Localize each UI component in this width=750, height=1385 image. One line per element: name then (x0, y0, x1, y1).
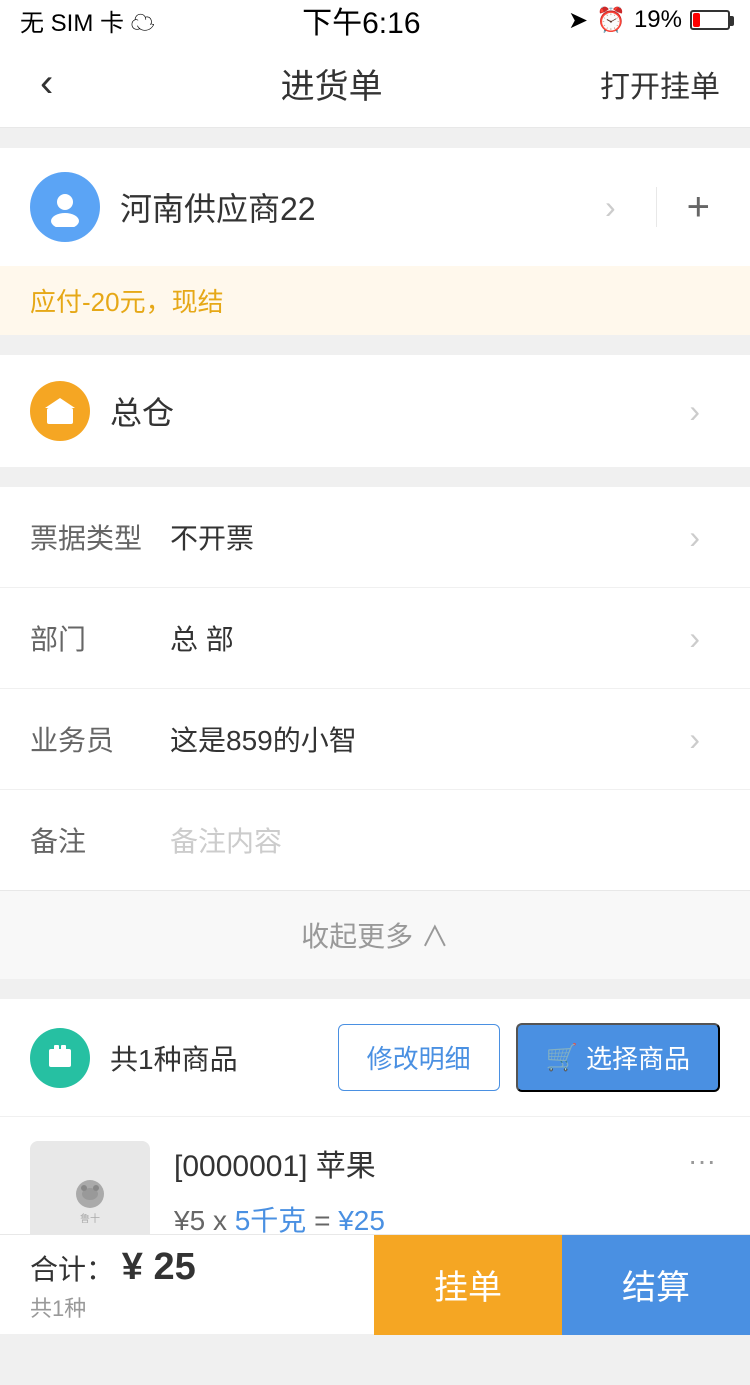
invoice-type-row[interactable]: 票据类型 不开票 › (0, 487, 750, 587)
remark-row[interactable]: 备注 备注内容 (0, 789, 750, 890)
total-count: 共1种 (30, 1291, 344, 1323)
quantity: 5千克 (235, 1205, 307, 1236)
multiply-sign: x (213, 1205, 235, 1236)
supplier-chevron-icon: › (605, 189, 616, 226)
section-gap-3 (0, 467, 750, 487)
salesman-value: 这是859的小智 (170, 719, 689, 759)
location-icon: ➤ (568, 6, 588, 35)
nav-bar: ‹ 进货单 打开挂单 (0, 40, 750, 128)
product-info: [0000001] 苹果 ¥5 x 5千克 = ¥25 (174, 1141, 660, 1239)
add-supplier-button[interactable]: + (677, 185, 720, 230)
salesman-row[interactable]: 业务员 这是859的小智 › (0, 688, 750, 789)
department-label: 部门 (30, 618, 170, 658)
department-row[interactable]: 部门 总 部 › (0, 587, 750, 688)
supplier-row[interactable]: 河南供应商22 › + (0, 148, 750, 266)
supplier-avatar (30, 172, 100, 242)
invoice-type-label: 票据类型 (30, 517, 170, 557)
section-gap-2 (0, 335, 750, 355)
more-options-button[interactable]: ··· (684, 1141, 720, 1181)
department-value: 总 部 (170, 618, 689, 658)
supplier-info-bar: 应付-20元，现结 (0, 266, 750, 335)
total-label: 合计： (30, 1254, 114, 1285)
section-gap-1 (0, 128, 750, 148)
bottom-bar: 合计： ¥ 25 共1种 挂单 结算 (0, 1234, 750, 1334)
product-count-icon (30, 1028, 90, 1088)
edit-detail-button[interactable]: 修改明细 (338, 1024, 500, 1091)
section-gap-4 (0, 979, 750, 999)
form-section: 票据类型 不开票 › 部门 总 部 › 业务员 这是859的小智 › 备注 备注… (0, 487, 750, 979)
status-time: 下午6:16 (302, 0, 420, 42)
svg-text:鲁十: 鲁十 (80, 1212, 100, 1225)
vertical-divider (656, 187, 657, 227)
product-price: ¥5 x 5千克 = ¥25 (174, 1199, 660, 1239)
product-name: [0000001] 苹果 (174, 1141, 660, 1185)
back-button[interactable]: ‹ (30, 51, 63, 116)
supplier-section: 河南供应商22 › + 应付-20元，现结 (0, 148, 750, 335)
warehouse-chevron-icon: › (689, 393, 700, 430)
battery-text: 19% (634, 6, 682, 34)
total-section: 合计： ¥ 25 共1种 (0, 1246, 374, 1323)
select-product-label: 选择商品 (586, 1039, 690, 1076)
product-count-text: 共1种商品 (110, 1038, 338, 1078)
invoice-type-value: 不开票 (170, 517, 689, 557)
invoice-type-chevron-icon: › (689, 519, 700, 556)
select-product-button[interactable]: 🛒 选择商品 (516, 1023, 720, 1092)
supplier-name: 河南供应商22 (120, 184, 605, 230)
department-chevron-icon: › (689, 620, 700, 657)
salesman-chevron-icon: › (689, 721, 700, 758)
salesman-label: 业务员 (30, 719, 170, 759)
warehouse-name: 总仓 (110, 388, 689, 434)
cart-icon: 🛒 (546, 1042, 578, 1073)
alarm-icon: ⏰ (596, 6, 626, 35)
status-left: 无 SIM 卡 ☁ (20, 3, 155, 38)
open-pending-button[interactable]: 打开挂单 (600, 62, 720, 106)
equals-sign: = (314, 1205, 338, 1236)
remark-label: 备注 (30, 820, 170, 860)
battery-icon (690, 10, 730, 30)
status-bar: 无 SIM 卡 ☁ 下午6:16 ➤ ⏰ 19% (0, 0, 750, 40)
suspend-button[interactable]: 挂单 (374, 1235, 562, 1335)
remark-input[interactable]: 备注内容 (170, 820, 720, 860)
collapse-row[interactable]: 收起更多 ∧ (0, 890, 750, 979)
page-title: 进货单 (281, 59, 383, 108)
product-header: 共1种商品 修改明细 🛒 选择商品 (0, 999, 750, 1116)
status-right: ➤ ⏰ 19% (568, 6, 730, 35)
total-amount: ¥ 25 (122, 1246, 196, 1288)
warehouse-icon (30, 381, 90, 441)
warehouse-section: 总仓 › (0, 355, 750, 467)
warehouse-row[interactable]: 总仓 › (0, 355, 750, 467)
checkout-button[interactable]: 结算 (562, 1235, 750, 1335)
sim-status: 无 SIM 卡 ☁ (20, 3, 155, 38)
unit-price: ¥5 (174, 1205, 205, 1236)
total-price: ¥25 (338, 1205, 385, 1236)
